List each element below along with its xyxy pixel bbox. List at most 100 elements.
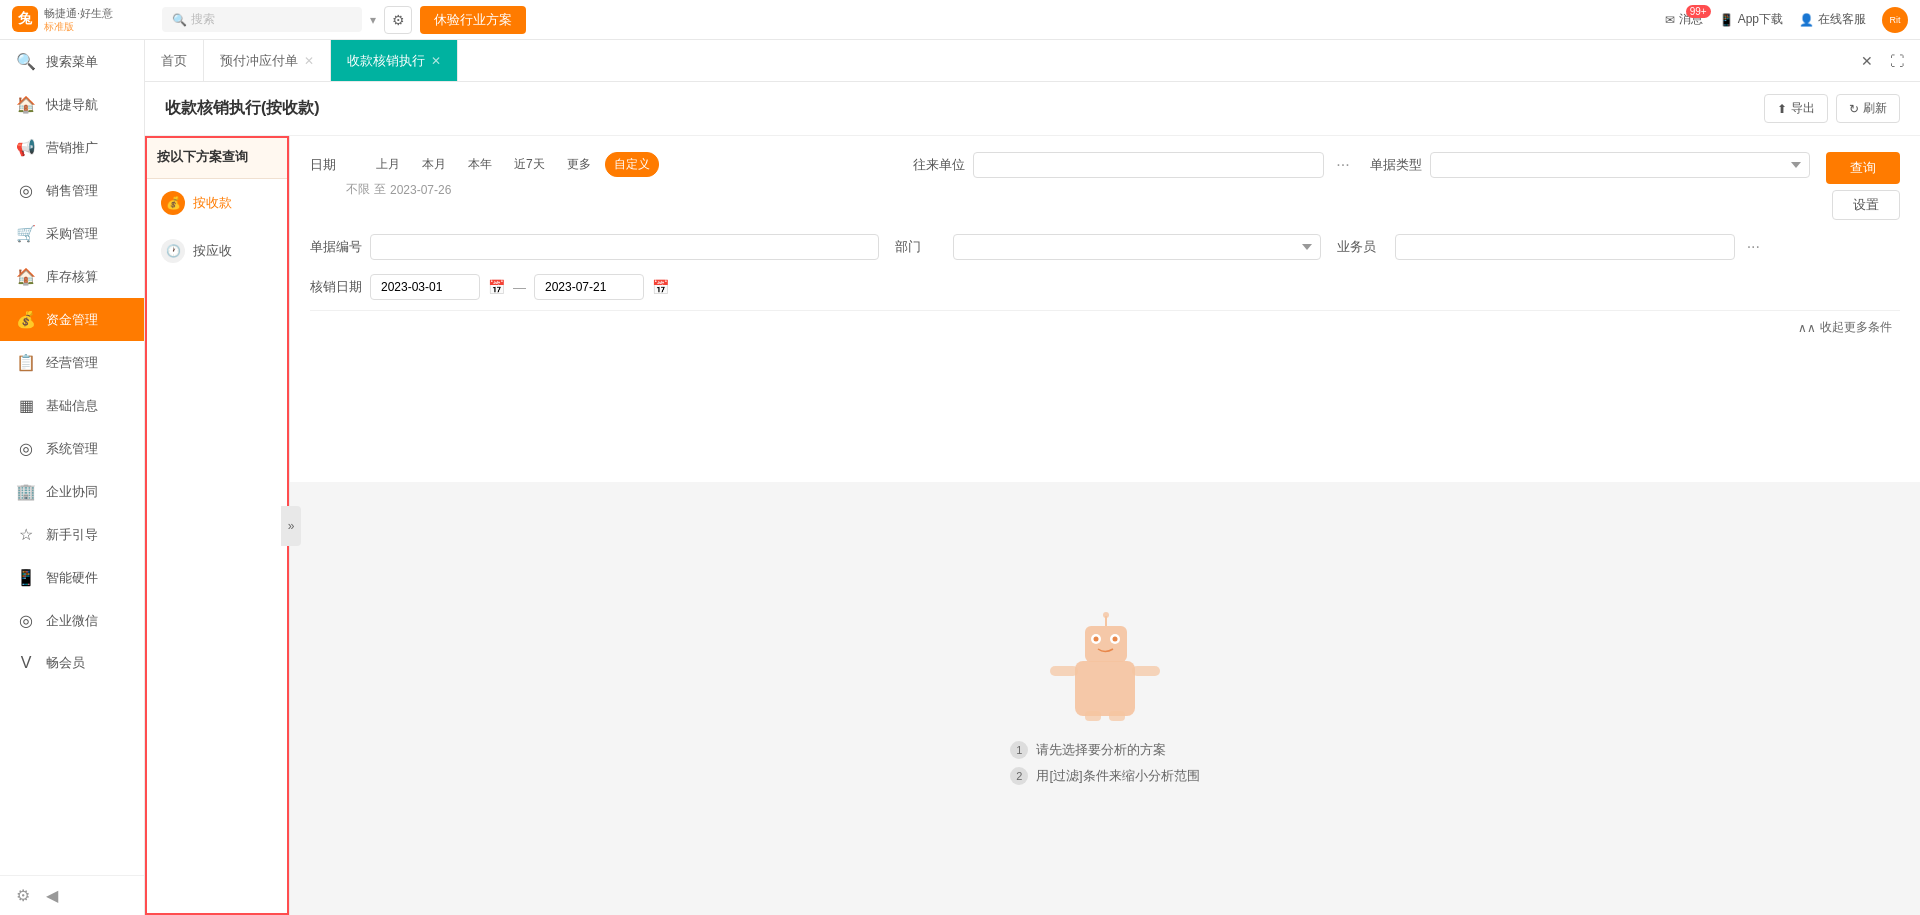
doc-no-field: 单据编号 <box>310 234 879 260</box>
date-last-7days[interactable]: 近7天 <box>506 153 553 176</box>
wechat-icon: ◎ <box>16 611 36 630</box>
dept-select[interactable] <box>953 234 1322 260</box>
sidebar-item-purchase[interactable]: 🛒 采购管理 <box>0 212 144 255</box>
service-icon: 👤 <box>1799 13 1814 27</box>
partner-input[interactable] <box>973 152 1324 178</box>
hint-item-1: 1 请先选择要分析的方案 <box>1010 741 1199 759</box>
partner-ellipsis-icon[interactable]: ··· <box>1332 156 1353 174</box>
collapse-conditions-button[interactable]: ∧∧ 收起更多条件 <box>310 310 1900 344</box>
top-bar-center: 🔍 搜索 ▾ ⚙ 休验行业方案 <box>152 6 1665 34</box>
page-actions: ⬆ 导出 ↻ 刷新 <box>1764 94 1900 123</box>
form-row-2: 单据编号 部门 业务员 ··· <box>310 234 1900 260</box>
settings-icon-button[interactable]: ⚙ <box>384 6 412 34</box>
date-this-year[interactable]: 本年 <box>460 153 500 176</box>
logo-icon: 兔 <box>12 6 38 32</box>
tab-actions: ✕ ⛶ <box>1844 40 1920 81</box>
sidebar-item-enterprise[interactable]: 🏢 企业协同 <box>0 470 144 513</box>
export-button[interactable]: ⬆ 导出 <box>1764 94 1828 123</box>
tab-home[interactable]: 首页 <box>145 40 204 81</box>
sidebar-collapse-icon[interactable]: ◀ <box>46 886 58 905</box>
guide-icon: ☆ <box>16 525 36 544</box>
avatar[interactable]: Rit <box>1882 7 1908 33</box>
sidebar: 🔍 搜索菜单 🏠 快捷导航 📢 营销推广 ◎ 销售管理 🛒 采购管理 🏠 库存核… <box>0 40 145 915</box>
sales-input[interactable] <box>1395 234 1734 260</box>
partner-field: 往来单位 ··· <box>913 152 1353 178</box>
sidebar-item-business[interactable]: 📋 经营管理 <box>0 341 144 384</box>
vip-icon: V <box>16 654 36 672</box>
filter-option-by-receipt[interactable]: 💰 按收款 <box>145 179 289 227</box>
sidebar-item-system[interactable]: ◎ 系统管理 <box>0 427 144 470</box>
purchase-icon: 🛒 <box>16 224 36 243</box>
writeoff-date-from-input[interactable] <box>370 274 480 300</box>
top-bar-right: ✉ 消息 99+ 📱 App下载 👤 在线客服 Rit <box>1665 7 1908 33</box>
filter-panel-collapse-button[interactable]: » <box>281 506 301 546</box>
tab-prepay[interactable]: 预付冲应付单 ✕ <box>204 40 331 81</box>
calendar-to-icon[interactable]: 📅 <box>652 279 669 295</box>
search-menu-icon: 🔍 <box>16 52 36 71</box>
industry-solution-button[interactable]: 休验行业方案 <box>420 6 526 34</box>
tab-close-prepay[interactable]: ✕ <box>304 54 314 68</box>
form-row-3: 核销日期 📅 — 📅 <box>310 274 1900 300</box>
svg-point-5 <box>1112 637 1117 642</box>
sidebar-item-search-menu[interactable]: 🔍 搜索菜单 <box>0 40 144 83</box>
tab-writeoff[interactable]: 收款核销执行 ✕ <box>331 40 458 81</box>
sidebar-item-vip[interactable]: V 畅会员 <box>0 642 144 684</box>
doc-type-field: 单据类型 <box>1370 152 1810 178</box>
svg-rect-1 <box>1085 626 1127 662</box>
svg-rect-6 <box>1050 666 1078 676</box>
sidebar-item-quick-nav[interactable]: 🏠 快捷导航 <box>0 83 144 126</box>
sidebar-settings-icon[interactable]: ⚙ <box>16 886 30 905</box>
setting-button[interactable]: 设置 <box>1832 190 1900 220</box>
doc-no-input[interactable] <box>370 234 879 260</box>
writeoff-date-to-input[interactable] <box>534 274 644 300</box>
logo-text: 畅捷通·好生意 标准版 <box>44 6 113 33</box>
sales-ellipsis-icon[interactable]: ··· <box>1743 238 1764 256</box>
export-icon: ⬆ <box>1777 102 1787 116</box>
empty-robot-illustration <box>1040 611 1170 721</box>
refresh-button[interactable]: ↻ 刷新 <box>1836 94 1900 123</box>
enterprise-icon: 🏢 <box>16 482 36 501</box>
calendar-from-icon[interactable]: 📅 <box>488 279 505 295</box>
sidebar-item-guide[interactable]: ☆ 新手引导 <box>0 513 144 556</box>
filter-option-by-receivable[interactable]: 🕐 按应收 <box>145 227 289 275</box>
writeoff-date-field: 核销日期 📅 — 📅 <box>310 274 669 300</box>
tab-spacer <box>458 40 1844 81</box>
tab-close-all-button[interactable]: ✕ <box>1854 48 1880 74</box>
query-button[interactable]: 查询 <box>1826 152 1900 184</box>
message-button[interactable]: ✉ 消息 99+ <box>1665 11 1703 28</box>
query-area: 日期 上月 本月 本年 近7天 更多 自定义 <box>290 136 1920 482</box>
message-icon: ✉ <box>1665 13 1675 27</box>
tab-expand-button[interactable]: ⛶ <box>1884 48 1910 74</box>
inventory-icon: 🏠 <box>16 267 36 286</box>
sidebar-item-basic[interactable]: ▦ 基础信息 <box>0 384 144 427</box>
sidebar-item-sales[interactable]: ◎ 销售管理 <box>0 169 144 212</box>
svg-rect-8 <box>1085 711 1101 721</box>
empty-state: 1 请先选择要分析的方案 2 用[过滤]条件来缩小分析范围 <box>290 482 1920 916</box>
sales-field: 业务员 ··· <box>1337 234 1764 260</box>
date-more[interactable]: 更多 <box>559 153 599 176</box>
sidebar-item-inventory[interactable]: 🏠 库存核算 <box>0 255 144 298</box>
date-this-month[interactable]: 本月 <box>414 153 454 176</box>
sidebar-item-finance[interactable]: 💰 资金管理 <box>0 298 144 341</box>
date-custom-button[interactable]: 自定义 <box>605 152 659 177</box>
collapse-up-icon: ∧∧ <box>1798 321 1816 335</box>
date-last-month[interactable]: 上月 <box>368 153 408 176</box>
sidebar-item-marketing[interactable]: 📢 营销推广 <box>0 126 144 169</box>
sidebar-item-hardware[interactable]: 📱 智能硬件 <box>0 556 144 599</box>
marketing-icon: 📢 <box>16 138 36 157</box>
date-unlimited-row: 不限 至 2023-07-26 <box>310 181 451 198</box>
tab-close-writeoff[interactable]: ✕ <box>431 54 441 68</box>
svg-rect-0 <box>1075 661 1135 716</box>
form-row-1: 日期 上月 本月 本年 近7天 更多 自定义 <box>310 152 1900 220</box>
date-row: 日期 上月 本月 本年 近7天 更多 自定义 <box>310 152 659 177</box>
date-field: 日期 上月 本月 本年 近7天 更多 自定义 <box>310 152 897 212</box>
doc-type-select[interactable] <box>1430 152 1810 178</box>
search-box[interactable]: 🔍 搜索 <box>162 7 362 32</box>
online-service-button[interactable]: 👤 在线客服 <box>1799 11 1866 28</box>
app-download-button[interactable]: 📱 App下载 <box>1719 11 1783 28</box>
page-header: 收款核销执行(按收款) ⬆ 导出 ↻ 刷新 <box>145 82 1920 136</box>
empty-hints: 1 请先选择要分析的方案 2 用[过滤]条件来缩小分析范围 <box>1010 741 1199 785</box>
sidebar-item-wechat[interactable]: ◎ 企业微信 <box>0 599 144 642</box>
right-content: 日期 上月 本月 本年 近7天 更多 自定义 <box>290 136 1920 915</box>
receivable-icon: 🕐 <box>161 239 185 263</box>
